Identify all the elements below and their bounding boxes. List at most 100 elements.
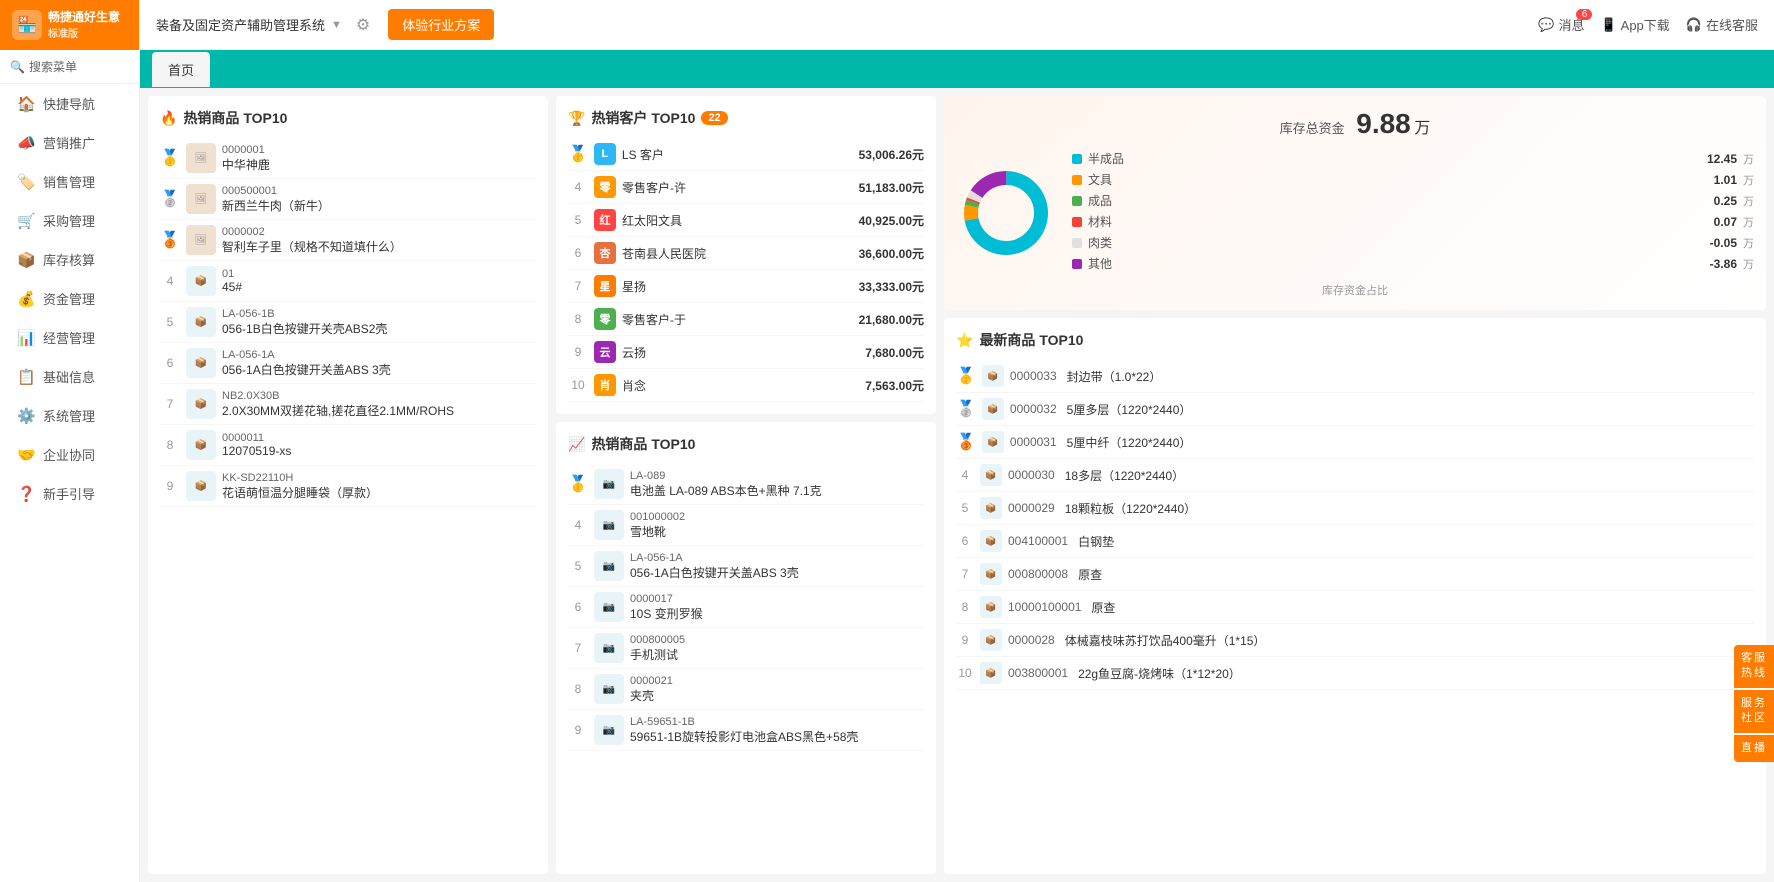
- online-service-button[interactable]: 🎧 在线客服: [1686, 15, 1758, 34]
- legend-item: 材料 0.07 万: [1072, 213, 1754, 230]
- newguide-icon: ❓: [17, 485, 35, 503]
- product-name: 22g鱼豆腐-烧烤味（1*12*20）: [1078, 665, 1754, 682]
- legend-label: 材料: [1088, 213, 1708, 230]
- product-name: 59651-1B旋转投影灯电池盒ABS黑色+58壳: [630, 728, 924, 745]
- legend-unit: 万: [1743, 151, 1754, 167]
- product-code: LA-089: [630, 470, 924, 482]
- product-info: LA-59651-1B 59651-1B旋转投影灯电池盒ABS黑色+58壳: [630, 716, 924, 745]
- marketing-icon: 📣: [17, 134, 35, 152]
- donut-chart: [956, 163, 1056, 263]
- product-thumb: 📦: [980, 530, 1002, 552]
- phone-icon: 📱: [1600, 17, 1616, 33]
- sidebar-item-inventory[interactable]: 📦 库存核算: [0, 240, 139, 279]
- trending-product-item: 4 📷 001000002 雪地靴: [568, 505, 924, 546]
- legend-unit: 万: [1743, 235, 1754, 251]
- product-code: 0000017: [630, 593, 924, 605]
- sidebar-item-label: 快捷导航: [43, 94, 95, 113]
- customer-list-item: 9 云 云扬 7,680.00元: [568, 336, 924, 369]
- sales-icon: 🏷️: [17, 173, 35, 191]
- product-code: 0000011: [222, 432, 536, 444]
- middle-panel: 🏆 热销客户 TOP10 22 🥇 L LS 客户 53,006.26元 4 零…: [556, 96, 936, 874]
- sidebar-search[interactable]: 🔍 搜索菜单: [0, 50, 139, 84]
- rank-number: 10: [956, 666, 974, 680]
- customer-service-button[interactable]: 客服热线: [1734, 645, 1774, 688]
- customer-name: 云扬: [622, 344, 865, 361]
- app-download-button[interactable]: 📱 App下载: [1600, 15, 1669, 34]
- customer-avatar: 肖: [594, 374, 616, 396]
- product-thumb: 📦: [980, 662, 1002, 684]
- product-name: 体械嘉枝味苏打饮品400毫升（1*15）: [1065, 632, 1754, 649]
- hot-products-card: 🔥 热销商品 TOP10 🥇 🖼 0000001 中华神鹿 🥈 🖼 000500…: [148, 96, 548, 874]
- customer-avatar: 杏: [594, 242, 616, 264]
- headset-icon: 🎧: [1686, 17, 1702, 33]
- product-thumb: 📦: [186, 348, 216, 378]
- new-product-item: 🥇 📦 0000033 封边带（1.0*22）: [956, 360, 1754, 393]
- sidebar-item-sales[interactable]: 🏷️ 销售管理: [0, 162, 139, 201]
- inventory-total: 库存总资金 9.88 万: [956, 108, 1754, 140]
- trending-icon: 📈: [568, 436, 585, 453]
- inventory-title: 库存总资金: [1280, 121, 1345, 136]
- product-thumb: 📦: [186, 266, 216, 296]
- hot-product-item: 6 📦 LA-056-1A 056-1A白色按键开关盖ABS 3壳: [160, 343, 536, 384]
- rank-number: 4: [956, 468, 974, 482]
- hot-product-item: 9 📦 KK-SD22110H 花语萌恒温分腿睡袋（厚款）: [160, 466, 536, 507]
- sidebar-item-basicinfo[interactable]: 📋 基础信息: [0, 357, 139, 396]
- sidebar-item-system[interactable]: ⚙️ 系统管理: [0, 396, 139, 435]
- new-product-item: 🥈 📦 0000032 5厘多层（1220*2440）: [956, 393, 1754, 426]
- live-broadcast-button[interactable]: 直播: [1734, 735, 1774, 762]
- customer-amount: 33,333.00元: [859, 278, 924, 295]
- operation-icon: 📊: [17, 329, 35, 347]
- product-thumb: 📦: [186, 430, 216, 460]
- trending-product-item: 9 📷 LA-59651-1B 59651-1B旋转投影灯电池盒ABS黑色+58…: [568, 710, 924, 751]
- hot-product-item: 7 📦 NB2.0X30B 2.0X30MM双搓花轴,搓花直径2.1MM/ROH…: [160, 384, 536, 425]
- customers-card: 🏆 热销客户 TOP10 22 🥇 L LS 客户 53,006.26元 4 零…: [556, 96, 936, 414]
- product-code: 003800001: [1008, 666, 1068, 680]
- new-product-item: 4 📦 0000030 18多层（1220*2440）: [956, 459, 1754, 492]
- tab-home[interactable]: 首页: [152, 52, 210, 87]
- sidebar-item-enterprise[interactable]: 🤝 企业协同: [0, 435, 139, 474]
- product-info: KK-SD22110H 花语萌恒温分腿睡袋（厚款）: [222, 472, 536, 501]
- product-name: 电池盖 LA-089 ABS本色+黑种 7.1克: [630, 482, 924, 499]
- rank-number: 5: [956, 501, 974, 515]
- product-code: 0000021: [630, 675, 924, 687]
- trending-products-list: 🥇 📷 LA-089 电池盖 LA-089 ABS本色+黑种 7.1克 4 📷 …: [568, 464, 924, 751]
- customer-avatar: 红: [594, 209, 616, 231]
- product-code: 0000031: [1010, 435, 1057, 449]
- new-products-title: ⭐ 最新商品 TOP10: [956, 330, 1754, 350]
- search-label: 搜索菜单: [29, 58, 77, 75]
- content-area: 🔥 热销商品 TOP10 🥇 🖼 0000001 中华神鹿 🥈 🖼 000500…: [140, 88, 1774, 882]
- basicinfo-icon: 📋: [17, 368, 35, 386]
- product-thumb: 📦: [980, 563, 1002, 585]
- customer-name: 零售客户-许: [622, 179, 859, 196]
- product-thumb: 🖼: [186, 143, 216, 173]
- messages-button[interactable]: 💬 消息 6: [1538, 15, 1584, 34]
- customer-amount: 7,680.00元: [865, 344, 924, 361]
- hot-product-item: 4 📦 01 45#: [160, 261, 536, 302]
- system-selector[interactable]: 装备及固定资产辅助管理系统 ▼: [156, 15, 342, 34]
- product-thumb: 📷: [594, 715, 624, 745]
- product-thumb: 📦: [980, 464, 1002, 486]
- experience-button[interactable]: 体验行业方案: [388, 9, 494, 40]
- product-name: 白钢垫: [1078, 533, 1754, 550]
- service-community-button[interactable]: 服务社区: [1734, 690, 1774, 733]
- sidebar-item-newguide[interactable]: ❓ 新手引导: [0, 474, 139, 513]
- fire-icon: 🔥: [160, 110, 177, 127]
- sidebar-item-label: 系统管理: [43, 406, 95, 425]
- sidebar-item-finance[interactable]: 💰 资金管理: [0, 279, 139, 318]
- legend-label: 肉类: [1088, 234, 1704, 251]
- settings-icon[interactable]: ⚙: [356, 15, 370, 35]
- trending-product-item: 5 📷 LA-056-1A 056-1A白色按键开关盖ABS 3壳: [568, 546, 924, 587]
- messages-badge: 6: [1576, 9, 1592, 20]
- legend-dot: [1072, 175, 1082, 185]
- sidebar-item-purchase[interactable]: 🛒 采购管理: [0, 201, 139, 240]
- product-name: 花语萌恒温分腿睡袋（厚款）: [222, 484, 536, 501]
- product-code: 10000100001: [1008, 600, 1081, 614]
- sidebar-item-operation[interactable]: 📊 经营管理: [0, 318, 139, 357]
- legend-dot: [1072, 259, 1082, 269]
- product-info: 000800005 手机测试: [630, 634, 924, 663]
- legend-label: 其他: [1088, 255, 1704, 272]
- sidebar-item-quicknav[interactable]: 🏠 快捷导航: [0, 84, 139, 123]
- sidebar-item-marketing[interactable]: 📣 营销推广: [0, 123, 139, 162]
- customer-list-item: 🥇 L LS 客户 53,006.26元: [568, 138, 924, 171]
- product-name: 中华神鹿: [222, 156, 536, 173]
